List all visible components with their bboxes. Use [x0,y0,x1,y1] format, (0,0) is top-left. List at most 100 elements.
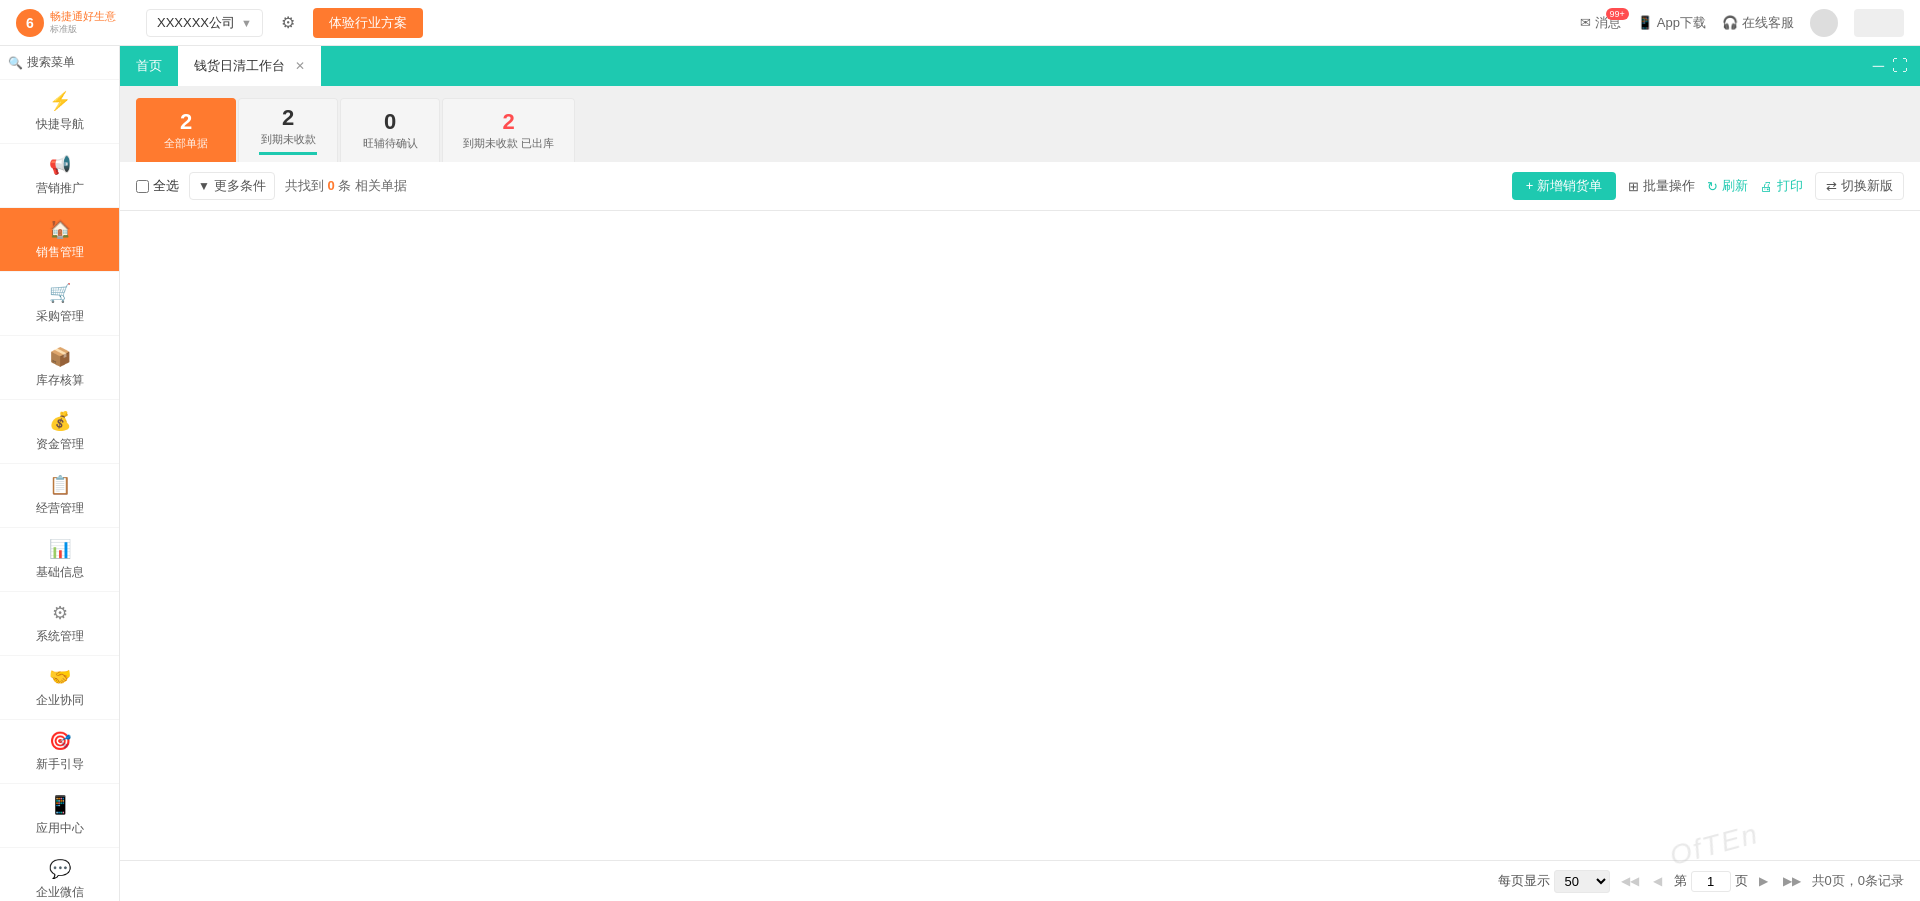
qianghuo-tab-label: 钱货日清工作台 [194,57,285,75]
sidebar-label-caigou: 采购管理 [36,308,84,325]
yingyong-icon: 📱 [49,794,71,816]
found-suffix: 相关单据 [355,178,407,193]
company-selector[interactable]: XXXXXX公司 ▼ [146,9,263,37]
stat-label-shipped: 到期未收款 已出库 [463,136,554,151]
switch-version-button[interactable]: ⇄ 切换新版 [1815,172,1904,200]
sidebar-item-yingxiao[interactable]: 📢 营销推广 [0,144,119,208]
page-size-select[interactable]: 50 100 200 [1554,870,1610,893]
sidebar-item-jingying[interactable]: 📋 经营管理 [0,464,119,528]
sidebar-label-zijin: 资金管理 [36,436,84,453]
print-icon: 🖨 [1760,179,1773,194]
app-name: 畅捷通好生意 [50,9,116,23]
tab-close-icon[interactable]: ✕ [295,59,305,73]
stat-num-overdue: 2 [282,107,294,129]
kucun-icon: 📦 [49,346,71,368]
print-button[interactable]: 🖨 打印 [1760,177,1803,195]
stat-label-overdue: 到期未收款 [261,132,316,147]
stat-tab-shipped[interactable]: 2 到期未收款 已出库 [442,98,575,162]
qiye-icon: 🤝 [49,666,71,688]
sidebar-item-xinshou[interactable]: 🎯 新手引导 [0,720,119,784]
page-size-selector: 每页显示 50 100 200 [1498,870,1610,893]
caigou-icon: 🛒 [49,282,71,304]
xinshou-icon: 🎯 [49,730,71,752]
main-content: 2 全部单据 2 到期未收款 0 旺辅待确认 2 到期未收款 已出库 [120,86,1920,901]
kuaijie-icon: ⚡ [49,90,71,112]
online-service-action[interactable]: 🎧 在线客服 [1722,14,1794,32]
tab-expand-icon[interactable]: ⛶ [1892,57,1908,75]
switch-icon: ⇄ [1826,179,1837,194]
page-label: 第 [1674,872,1687,890]
table-area [120,211,1920,860]
page-size-label: 每页显示 [1498,872,1550,890]
filter-icon: ▼ [198,179,210,193]
filter-button[interactable]: ▼ 更多条件 [189,172,275,200]
tab-qianghuo[interactable]: 钱货日清工作台 ✕ [178,46,321,86]
prev-page-button[interactable]: ◀ [1646,869,1670,893]
search-menu[interactable]: 🔍 搜索菜单 [0,46,119,80]
logo-area: 6 畅捷通好生意 标准版 [16,9,136,37]
zijin-icon: 💰 [49,410,71,432]
app-download-action[interactable]: 📱 App下载 [1637,14,1706,32]
content-inner: 2 全部单据 2 到期未收款 0 旺辅待确认 2 到期未收款 已出库 [120,86,1920,901]
stat-num-pending: 0 [384,111,396,133]
sidebar-item-qiye[interactable]: 🤝 企业协同 [0,656,119,720]
xiaoshou-icon: 🏠 [49,218,71,240]
next-page-button[interactable]: ▶ [1752,869,1776,893]
tab-bar-actions: ─ ⛶ [1861,46,1920,86]
home-tab-label: 首页 [136,57,162,75]
first-page-button[interactable]: ◀◀ [1618,869,1642,893]
user-name[interactable] [1854,9,1904,37]
user-avatar[interactable] [1810,9,1838,37]
select-all-checkbox[interactable]: 全选 [136,177,179,195]
last-page-button[interactable]: ▶▶ [1780,869,1804,893]
found-prefix: 共找到 [285,178,324,193]
phone-icon: 📱 [1637,15,1653,30]
filter-label: 更多条件 [214,177,266,195]
message-icon: ✉ [1580,15,1591,30]
batch-operation-button[interactable]: ⊞ 批量操作 [1628,177,1695,195]
top-header: 6 畅捷通好生意 标准版 XXXXXX公司 ▼ ⚙ 体验行业方案 ✉ 消息 99… [0,0,1920,46]
sidebar-item-caigou[interactable]: 🛒 采购管理 [0,272,119,336]
header-left: 6 畅捷通好生意 标准版 XXXXXX公司 ▼ ⚙ 体验行业方案 [16,8,423,38]
add-sale-button[interactable]: + 新增销货单 [1512,172,1616,200]
page-number-input[interactable] [1691,871,1731,892]
settings-icon[interactable]: ⚙ [273,8,303,38]
jingying-icon: 📋 [49,474,71,496]
stat-tab-overdue[interactable]: 2 到期未收款 [238,98,338,162]
sidebar-item-zijin[interactable]: 💰 资金管理 [0,400,119,464]
sidebar-label-xinshou: 新手引导 [36,756,84,773]
stat-label-all: 全部单据 [164,136,208,151]
sidebar-item-xitong[interactable]: ⚙ 系统管理 [0,592,119,656]
page-total: 共0页，0条记录 [1812,872,1904,890]
sidebar-label-kuaijie: 快捷导航 [36,116,84,133]
sidebar-item-kuaijie[interactable]: ⚡ 快捷导航 [0,80,119,144]
company-dropdown-arrow: ▼ [241,17,252,29]
yingxiao-icon: 📢 [49,154,71,176]
header-right: ✉ 消息 99+ 📱 App下载 🎧 在线客服 [1580,9,1904,37]
sidebar-item-kucun[interactable]: 📦 库存核算 [0,336,119,400]
select-all-input[interactable] [136,180,149,193]
stat-num-all: 2 [180,111,192,133]
sidebar-item-weixin[interactable]: 💬 企业微信 [0,848,119,901]
found-text: 共找到 0 条 相关单据 [285,177,407,195]
refresh-button[interactable]: ↻ 刷新 [1707,177,1748,195]
stats-tabs: 2 全部单据 2 到期未收款 0 旺辅待确认 2 到期未收款 已出库 [120,86,1920,162]
tab-home[interactable]: 首页 [120,46,178,86]
sidebar-item-yingyong[interactable]: 📱 应用中心 [0,784,119,848]
message-action[interactable]: ✉ 消息 99+ [1580,14,1621,32]
tab-minimize-icon[interactable]: ─ [1873,57,1884,75]
stat-num-shipped: 2 [502,111,514,133]
sidebar-label-jingying: 经营管理 [36,500,84,517]
found-count: 0 [328,178,335,193]
stat-tab-all[interactable]: 2 全部单据 [136,98,236,162]
trial-button[interactable]: 体验行业方案 [313,8,423,38]
found-unit: 条 [338,178,351,193]
sidebar-item-jichu[interactable]: 📊 基础信息 [0,528,119,592]
message-badge: 99+ [1606,8,1629,20]
sidebar-item-xiaoshou[interactable]: 🏠 销售管理 [0,208,119,272]
sidebar-label-kucun: 库存核算 [36,372,84,389]
logo-text-block: 畅捷通好生意 标准版 [50,9,116,36]
stat-tab-pending[interactable]: 0 旺辅待确认 [340,98,440,162]
stat-label-pending: 旺辅待确认 [363,136,418,151]
print-label: 打印 [1777,177,1803,195]
